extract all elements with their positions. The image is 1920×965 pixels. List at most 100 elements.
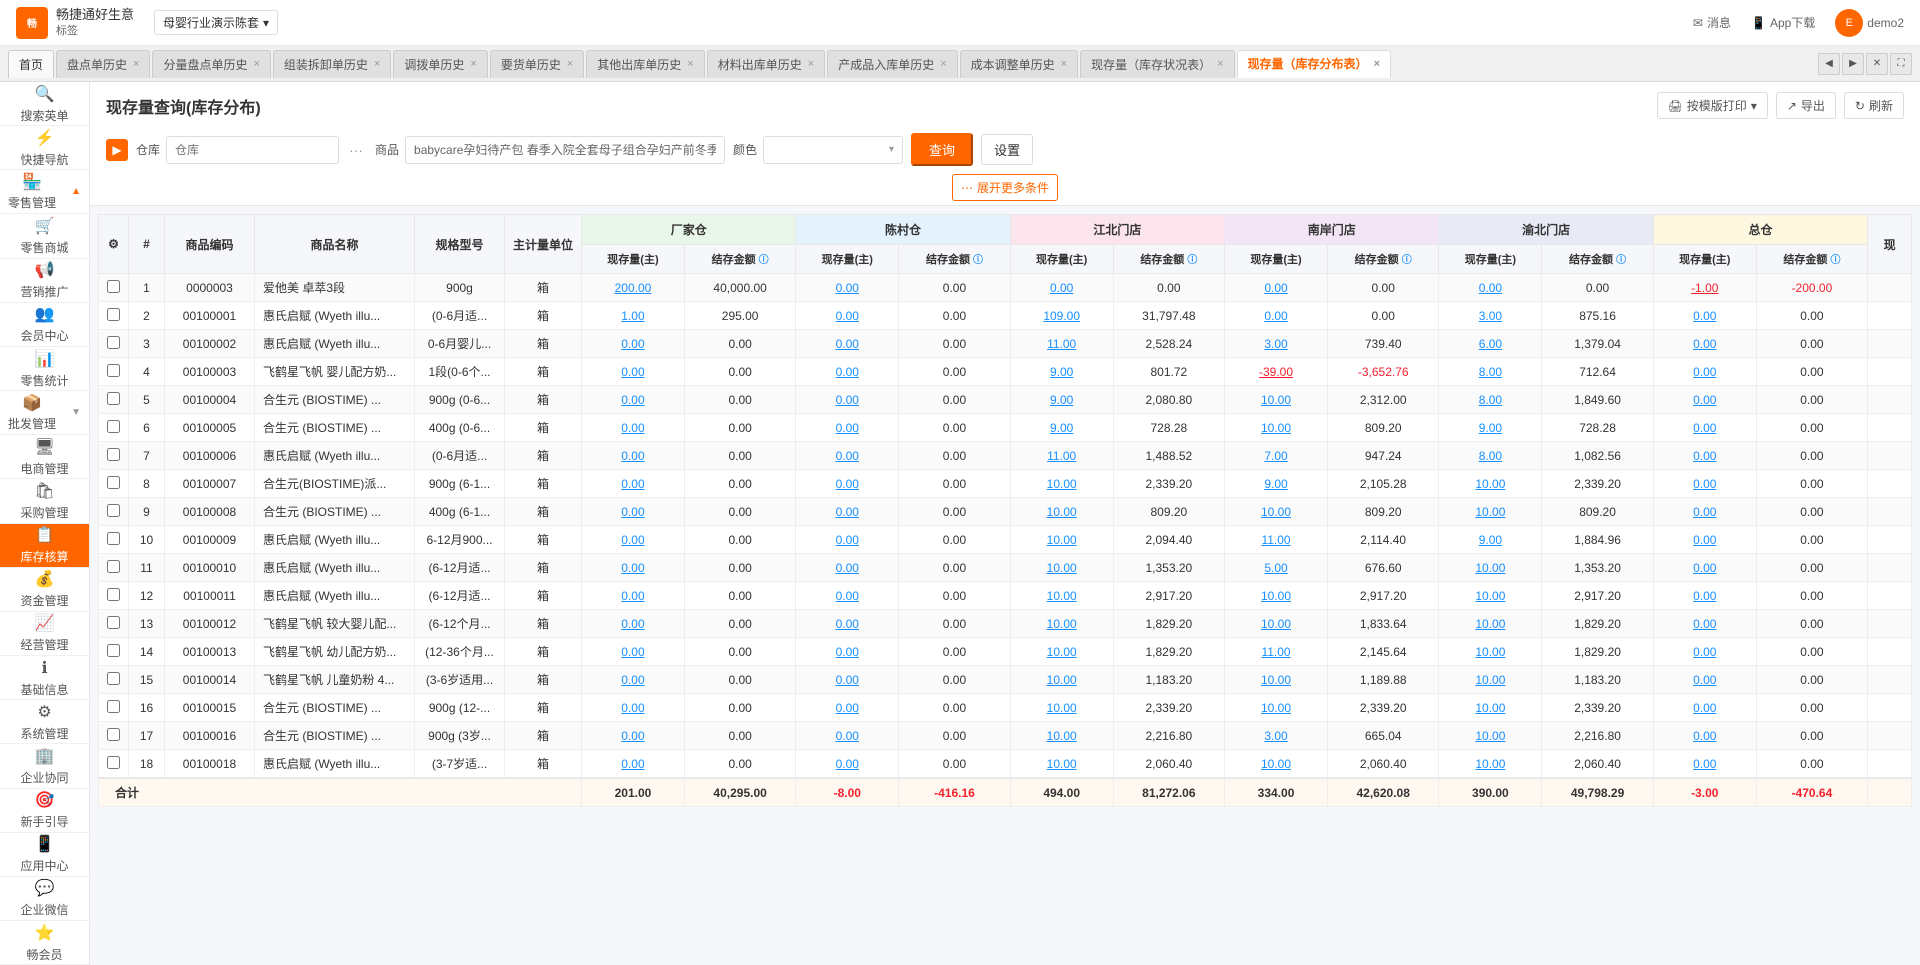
tab-pandian-close[interactable]: × [133, 58, 139, 70]
print-btn[interactable]: 🖨 按模版打印 ▾ [1657, 92, 1768, 119]
tab-cailian-close[interactable]: × [808, 58, 814, 70]
row-checkbox[interactable] [99, 722, 129, 750]
tab-xianzailiang2[interactable]: 现存量（库存分布表） × [1237, 50, 1391, 78]
tenant-dropdown[interactable]: 母婴行业演示陈套 ▾ [154, 10, 278, 35]
row-yuzbei-amt: 1,849.60 [1542, 386, 1654, 414]
row-checkbox[interactable] [99, 414, 129, 442]
row-checkbox[interactable] [99, 750, 129, 779]
sidebar-item-finance[interactable]: 💰 资金管理 [0, 568, 89, 612]
tab-chengben-close[interactable]: × [1061, 58, 1067, 70]
tab-home-label: 首页 [19, 56, 43, 73]
tab-prev-btn[interactable]: ◀ [1818, 53, 1840, 75]
row-checkbox[interactable] [99, 302, 129, 330]
tab-diaoyuo[interactable]: 调拨单历史 × [393, 50, 487, 78]
sidebar-item-operation[interactable]: 📈 经营管理 [0, 612, 89, 656]
row-checkbox[interactable] [99, 554, 129, 582]
row-chen-amt: 0.00 [899, 498, 1011, 526]
tab-home[interactable]: 首页 [8, 50, 54, 78]
th-nanan-qty: 现存量(主) [1225, 245, 1328, 274]
row-checkbox[interactable] [99, 470, 129, 498]
app-icon: 📱 [1751, 16, 1766, 30]
sidebar-item-basic[interactable]: ℹ 基础信息 [0, 656, 89, 700]
row-checkbox[interactable] [99, 526, 129, 554]
settings-btn[interactable]: 设置 [981, 134, 1033, 165]
row-checkbox[interactable] [99, 442, 129, 470]
sidebar-item-marketing[interactable]: 📢 营销推广 [0, 259, 89, 303]
goods-input[interactable] [405, 136, 725, 164]
tab-xianzailiang1-close[interactable]: × [1217, 58, 1223, 70]
tab-fenpandian-close[interactable]: × [253, 58, 259, 70]
tab-xianzailiang1[interactable]: 现存量（库存状况表） × [1080, 50, 1234, 78]
row-checkbox[interactable] [99, 498, 129, 526]
sidebar-label-purchase: 采购管理 [20, 504, 68, 521]
row-jiangbei-amt: 1,829.20 [1113, 610, 1225, 638]
settings-gear-icon[interactable]: ⚙ [108, 237, 119, 251]
tab-yaohuo-close[interactable]: × [567, 58, 573, 70]
row-checkbox[interactable] [99, 330, 129, 358]
sidebar-item-appcenter[interactable]: 📱 应用中心 [0, 833, 89, 877]
row-factory-qty: 0.00 [582, 666, 685, 694]
tab-qita[interactable]: 其他出库单历史 × [586, 50, 704, 78]
row-total-amt: -200.00 [1756, 274, 1868, 302]
row-checkbox[interactable] [99, 694, 129, 722]
tab-close-all-btn[interactable]: ✕ [1866, 53, 1888, 75]
row-checkbox[interactable] [99, 582, 129, 610]
sidebar-item-enterprise[interactable]: 🏢 企业协同 [0, 744, 89, 788]
tab-diaoyuo-close[interactable]: × [470, 58, 476, 70]
tab-chanpin-close[interactable]: × [940, 58, 946, 70]
sidebar-item-quicknav[interactable]: ⚡ 快捷导航 [0, 126, 89, 170]
app-download-btn[interactable]: 📱 App下载 [1751, 14, 1815, 31]
collapse-arrow[interactable]: ▶ [106, 139, 128, 161]
user-area[interactable]: E demo2 [1835, 9, 1904, 37]
query-btn[interactable]: 查询 [911, 133, 973, 166]
warehouse-more-btn[interactable]: ··· [345, 142, 367, 158]
sidebar-item-member[interactable]: 👥 会员中心 [0, 303, 89, 347]
sidebar-item-wholesale[interactable]: 📦 批发管理 ▼ [0, 391, 89, 435]
sidebar-item-chanye[interactable]: ⭐ 畅会员 [0, 921, 89, 965]
sidebar-item-retail-mgmt[interactable]: 🏪 零售管理 ▲ [0, 170, 89, 214]
table-area[interactable]: ⚙ # 商品编码 商品名称 规格型号 主计量单位 厂家仓 陈村仓 江北门店 南岸… [90, 206, 1920, 965]
row-checkbox[interactable] [99, 610, 129, 638]
row-checkbox[interactable] [99, 358, 129, 386]
export-btn[interactable]: ↗ 导出 [1776, 92, 1836, 119]
message-btn[interactable]: ✉ 消息 [1693, 14, 1731, 31]
tab-qita-close[interactable]: × [687, 58, 693, 70]
tab-zuzhe-close[interactable]: × [374, 58, 380, 70]
tab-pandian[interactable]: 盘点单历史 × [56, 50, 150, 78]
th-extra: 现 [1868, 215, 1912, 274]
refresh-btn[interactable]: ↻ 刷新 [1844, 92, 1904, 119]
row-checkbox[interactable] [99, 666, 129, 694]
row-total-qty: 0.00 [1653, 470, 1756, 498]
sidebar-item-search[interactable]: 🔍 搜索英单 [0, 82, 89, 126]
tab-fullscreen-btn[interactable]: ⛶ [1890, 53, 1912, 75]
tab-cailian[interactable]: 材料出库单历史 × [707, 50, 825, 78]
tab-xianzailiang2-close[interactable]: × [1374, 58, 1380, 70]
tab-zuzhe[interactable]: 组装拆卸单历史 × [273, 50, 391, 78]
sidebar-item-retail-shop[interactable]: 🛒 零售商城 [0, 214, 89, 258]
th-settings[interactable]: ⚙ [99, 215, 129, 274]
tab-fenpandian[interactable]: 分量盘点单历史 × [152, 50, 270, 78]
row-factory-amt: 0.00 [684, 610, 796, 638]
sidebar-item-inventory[interactable]: 📋 库存核算 [0, 524, 89, 568]
expand-more-btn[interactable]: ⋯ 展开更多条件 [952, 174, 1058, 201]
refresh-icon: ↻ [1855, 99, 1865, 113]
tab-yaohuo[interactable]: 要货单历史 × [490, 50, 584, 78]
row-yuzbei-amt: 1,829.20 [1542, 638, 1654, 666]
sidebar-item-newguide[interactable]: 🎯 新手引导 [0, 789, 89, 833]
sidebar-item-retail-stats[interactable]: 📊 零售统计 [0, 347, 89, 391]
row-checkbox[interactable] [99, 638, 129, 666]
tab-chanpin[interactable]: 产成品入库单历史 × [827, 50, 957, 78]
tab-fenpandian-label: 分量盘点单历史 [163, 56, 247, 73]
sidebar-item-wechat[interactable]: 💬 企业微信 [0, 877, 89, 921]
tab-next-btn[interactable]: ▶ [1842, 53, 1864, 75]
sidebar-item-system[interactable]: ⚙ 系统管理 [0, 700, 89, 744]
row-checkbox[interactable] [99, 274, 129, 302]
sidebar-item-purchase[interactable]: 🛍 采购管理 [0, 479, 89, 523]
tab-chengben[interactable]: 成本调整单历史 × [960, 50, 1078, 78]
row-checkbox[interactable] [99, 386, 129, 414]
color-dropdown[interactable]: ▾ [763, 136, 903, 164]
warehouse-input[interactable] [166, 136, 339, 164]
row-spec: 900g [415, 274, 505, 302]
row-unit: 箱 [505, 750, 582, 779]
sidebar-item-ecommerce[interactable]: 🖥 电商管理 [0, 435, 89, 479]
